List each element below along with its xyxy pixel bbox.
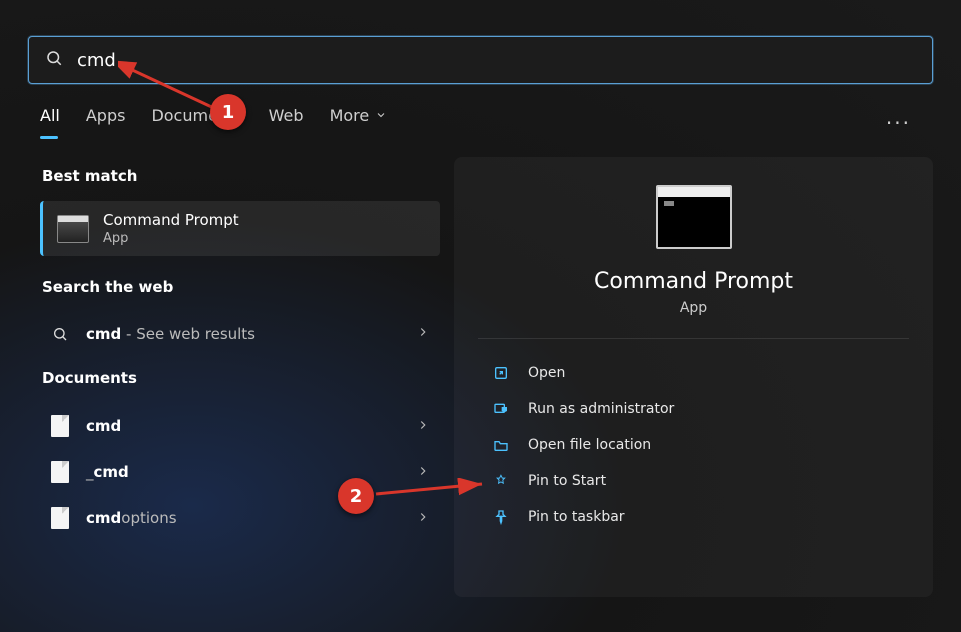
- pin-to-start-action[interactable]: Pin to Start: [478, 463, 909, 499]
- document-icon: [46, 461, 74, 483]
- chevron-down-icon: [375, 106, 387, 125]
- document-icon: [46, 415, 74, 437]
- best-match-subtitle: App: [103, 231, 239, 246]
- open-action[interactable]: Open: [478, 355, 909, 391]
- document-label: _cmd: [86, 463, 416, 481]
- best-match-result[interactable]: Command Prompt App: [40, 201, 440, 256]
- command-prompt-icon: [656, 185, 732, 249]
- pin-to-taskbar-action[interactable]: Pin to taskbar: [478, 499, 909, 535]
- action-label: Run as administrator: [528, 401, 674, 417]
- search-web-heading: Search the web: [42, 278, 440, 296]
- documents-heading: Documents: [42, 369, 440, 387]
- tab-more-label: More: [330, 106, 370, 125]
- open-icon: [492, 365, 510, 381]
- search-box[interactable]: [28, 36, 933, 84]
- pin-icon: [492, 473, 510, 489]
- details-title: Command Prompt: [594, 269, 793, 294]
- document-label: cmdoptions: [86, 509, 416, 527]
- search-icon: [45, 49, 63, 71]
- best-match-title: Command Prompt: [103, 211, 239, 229]
- run-as-admin-action[interactable]: Run as administrator: [478, 391, 909, 427]
- tabs-row: All Apps Documents Web More ···: [0, 84, 961, 139]
- open-file-location-action[interactable]: Open file location: [478, 427, 909, 463]
- chevron-right-icon: [416, 324, 430, 343]
- chevron-right-icon: [416, 463, 430, 482]
- document-result-row[interactable]: cmdoptions: [40, 495, 440, 541]
- document-label: cmd: [86, 417, 416, 435]
- tab-more[interactable]: More: [330, 106, 388, 139]
- document-result-row[interactable]: _cmd: [40, 449, 440, 495]
- results-left-column: Best match Command Prompt App Search the…: [40, 157, 440, 597]
- search-input[interactable]: [77, 50, 916, 71]
- chevron-right-icon: [416, 509, 430, 528]
- tab-apps[interactable]: Apps: [86, 106, 126, 139]
- chevron-right-icon: [416, 417, 430, 436]
- details-panel: Command Prompt App Open Run as administr…: [454, 157, 933, 597]
- pin-icon: [492, 509, 510, 525]
- command-prompt-icon: [57, 215, 89, 243]
- action-label: Pin to taskbar: [528, 509, 625, 525]
- more-options-icon[interactable]: ···: [886, 111, 911, 135]
- folder-icon: [492, 437, 510, 453]
- web-result-row[interactable]: cmd - See web results: [40, 312, 440, 355]
- action-label: Open file location: [528, 437, 651, 453]
- annotation-callout-2: 2: [338, 478, 374, 514]
- document-icon: [46, 507, 74, 529]
- details-subtitle: App: [680, 300, 707, 316]
- tab-web[interactable]: Web: [269, 106, 304, 139]
- tab-all[interactable]: All: [40, 106, 60, 139]
- action-label: Pin to Start: [528, 473, 606, 489]
- shield-admin-icon: [492, 401, 510, 417]
- search-icon: [46, 326, 74, 342]
- best-match-heading: Best match: [42, 167, 440, 185]
- web-result-label: cmd - See web results: [86, 325, 416, 343]
- document-result-row[interactable]: cmd: [40, 403, 440, 449]
- annotation-callout-1: 1: [210, 94, 246, 130]
- action-label: Open: [528, 365, 565, 381]
